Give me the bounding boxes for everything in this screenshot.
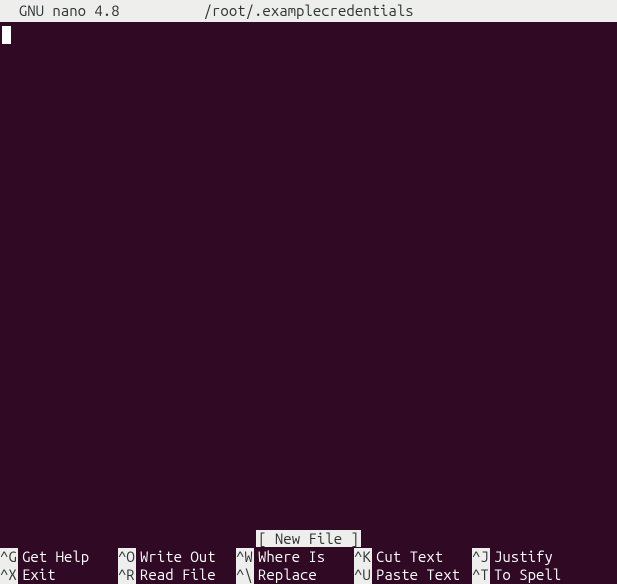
status-badge: [ New File ] (256, 530, 361, 547)
shortcut-label: Replace (254, 566, 317, 584)
shortcut-key: ^X (0, 566, 18, 584)
file-path: /root/.examplecredentials (204, 0, 607, 22)
shortcut-label: Write Out (136, 548, 216, 566)
shortcut-key: ^W (236, 548, 254, 566)
shortcut-cuttext[interactable]: ^K Cut Text (354, 548, 472, 566)
shortcut-help[interactable]: ^G Get Help (0, 548, 118, 566)
shortcut-key: ^\ (236, 566, 254, 584)
shortcut-key: ^O (118, 548, 136, 566)
shortcut-label: Get Help (18, 548, 89, 566)
shortcut-readfile[interactable]: ^R Read File (118, 566, 236, 584)
shortcut-label: To Spell (490, 566, 561, 584)
status-line: [ New File ] (0, 530, 617, 548)
shortcut-justify[interactable]: ^J Justify (472, 548, 590, 566)
shortcut-row-1: ^G Get Help ^O Write Out ^W Where Is ^K … (0, 548, 617, 566)
shortcut-replace[interactable]: ^\ Replace (236, 566, 354, 584)
shortcut-key: ^R (118, 566, 136, 584)
title-spacer (120, 0, 204, 22)
shortcut-bar: ^G Get Help ^O Write Out ^W Where Is ^K … (0, 548, 617, 584)
titlebar: GNU nano 4.8 /root/.examplecredentials (0, 0, 617, 22)
editor-area[interactable] (0, 22, 617, 530)
text-cursor (2, 26, 11, 44)
shortcut-label: Paste Text (372, 566, 460, 584)
shortcut-key: ^U (354, 566, 372, 584)
app-name: GNU nano 4.8 (2, 0, 120, 22)
shortcut-whereis[interactable]: ^W Where Is (236, 548, 354, 566)
shortcut-writeout[interactable]: ^O Write Out (118, 548, 236, 566)
shortcut-exit[interactable]: ^X Exit (0, 566, 118, 584)
shortcut-label: Where Is (254, 548, 325, 566)
shortcut-label: Read File (136, 566, 216, 584)
shortcut-label: Exit (18, 566, 56, 584)
shortcut-label: Justify (490, 548, 553, 566)
shortcut-key: ^G (0, 548, 18, 566)
shortcut-pastetext[interactable]: ^U Paste Text (354, 566, 472, 584)
shortcut-key: ^T (472, 566, 490, 584)
shortcut-label: Cut Text (372, 548, 443, 566)
shortcut-key: ^J (472, 548, 490, 566)
shortcut-key: ^K (354, 548, 372, 566)
shortcut-tospell[interactable]: ^T To Spell (472, 566, 590, 584)
shortcut-row-2: ^X Exit ^R Read File ^\ Replace ^U Paste… (0, 566, 617, 584)
